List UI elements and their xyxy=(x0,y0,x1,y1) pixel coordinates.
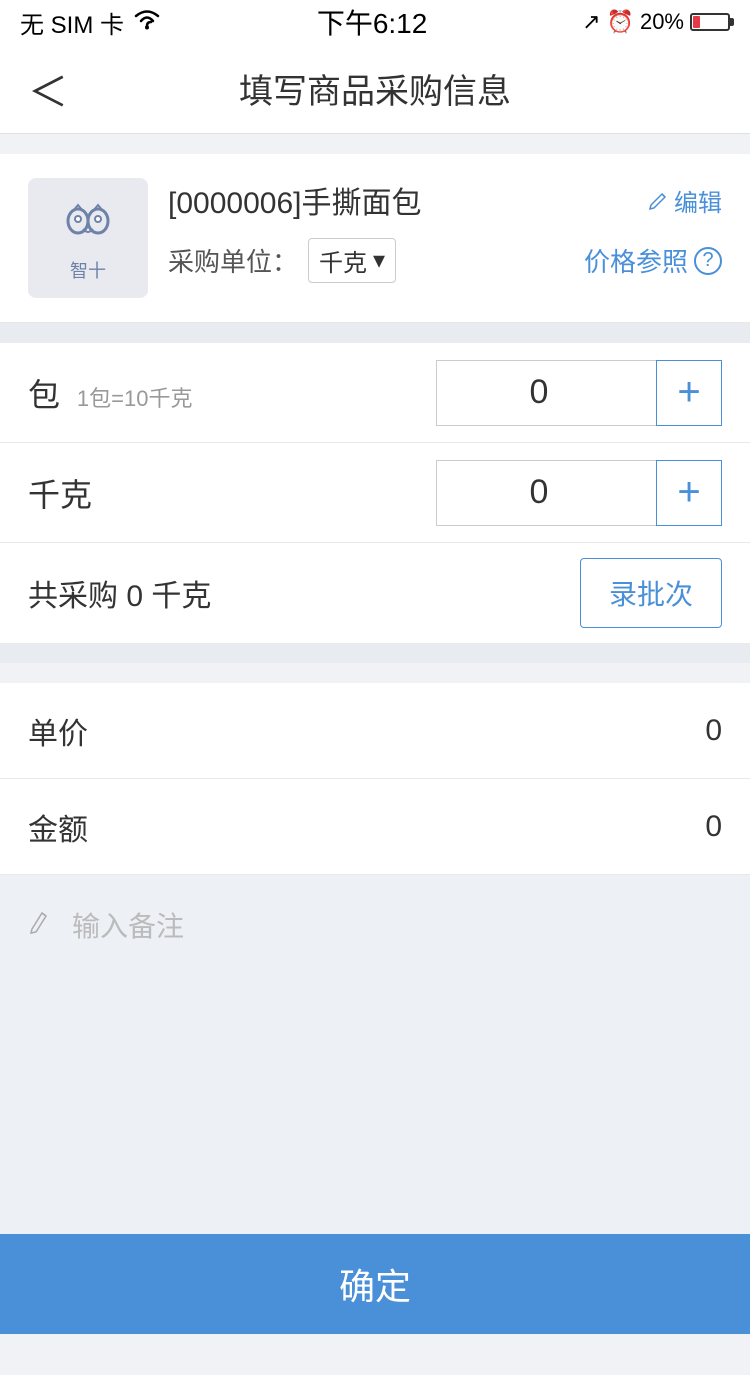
unit-value: 千克 xyxy=(319,243,367,278)
kg-plus-button[interactable]: + xyxy=(656,460,722,526)
alarm-icon: ⏰ xyxy=(607,9,634,35)
edit-button[interactable]: 编辑 xyxy=(648,183,722,218)
unit-label: 采购单位： xyxy=(168,242,298,279)
bao-label: 包 xyxy=(28,377,60,413)
status-left: 无 SIM 卡 xyxy=(20,5,162,40)
status-bar: 无 SIM 卡 下午6:12 ↗ ⏰ 20% xyxy=(0,0,750,44)
battery-percent: 20% xyxy=(640,9,684,35)
empty-space xyxy=(0,975,750,1275)
product-logo-icon xyxy=(58,193,118,253)
battery-icon xyxy=(690,13,730,31)
bao-quantity-box: + xyxy=(436,360,722,426)
product-info: [0000006]手撕面包 编辑 采购单位： 千克 ▾ xyxy=(168,178,722,283)
unit-price-value: 0 xyxy=(705,714,722,748)
back-button[interactable]: ＜ xyxy=(28,60,68,118)
carrier-label: 无 SIM 卡 xyxy=(20,5,124,40)
help-icon: ? xyxy=(694,247,722,275)
bao-input-row: 包 1包=10千克 + xyxy=(0,343,750,443)
status-right: ↗ ⏰ 20% xyxy=(582,9,730,35)
remark-section[interactable]: 输入备注 xyxy=(0,875,750,975)
price-section: 单价 0 金额 0 xyxy=(0,683,750,875)
wifi-icon xyxy=(132,8,162,37)
unit-price-row: 单价 0 xyxy=(0,683,750,779)
pencil-icon xyxy=(28,907,56,943)
dropdown-icon: ▾ xyxy=(373,246,385,275)
unit-price-label: 单价 xyxy=(28,709,88,753)
status-time: 下午6:12 xyxy=(317,2,428,42)
amount-value: 0 xyxy=(705,810,722,844)
summary-row: 共采购 0 千克 录批次 xyxy=(0,543,750,643)
product-card: 智十 [0000006]手撕面包 编辑 采购单位： 千克 ▾ xyxy=(0,154,750,323)
bao-plus-button[interactable]: + xyxy=(656,360,722,426)
amount-label: 金额 xyxy=(28,805,88,849)
summary-amount: 0 xyxy=(126,580,143,613)
product-logo-text: 智十 xyxy=(70,257,106,283)
bao-label-group: 包 1包=10千克 xyxy=(28,370,436,416)
kg-quantity-input[interactable] xyxy=(436,460,656,526)
page-title: 填写商品采购信息 xyxy=(239,64,511,113)
product-name: [0000006]手撕面包 xyxy=(168,178,421,222)
kg-label: 千克 xyxy=(28,470,436,516)
bao-quantity-input[interactable] xyxy=(436,360,656,426)
input-section: 包 1包=10千克 + 千克 + xyxy=(0,343,750,543)
confirm-button[interactable]: 确定 xyxy=(0,1234,750,1334)
kg-quantity-box: + xyxy=(436,460,722,526)
price-ref-button[interactable]: 价格参照 ? xyxy=(584,242,722,279)
amount-row: 金额 0 xyxy=(0,779,750,875)
nav-bar: ＜ 填写商品采购信息 xyxy=(0,44,750,134)
product-image: 智十 xyxy=(28,178,148,298)
unit-select[interactable]: 千克 ▾ xyxy=(308,238,396,283)
section-divider-2 xyxy=(0,643,750,663)
summary-text: 共采购 0 千克 xyxy=(28,571,211,615)
kg-input-row: 千克 + xyxy=(0,443,750,543)
bao-sub-label: 1包=10千克 xyxy=(77,386,193,411)
section-divider-1 xyxy=(0,323,750,343)
batch-button[interactable]: 录批次 xyxy=(580,558,722,628)
location-icon: ↗ xyxy=(582,9,600,35)
remark-placeholder: 输入备注 xyxy=(72,905,184,945)
